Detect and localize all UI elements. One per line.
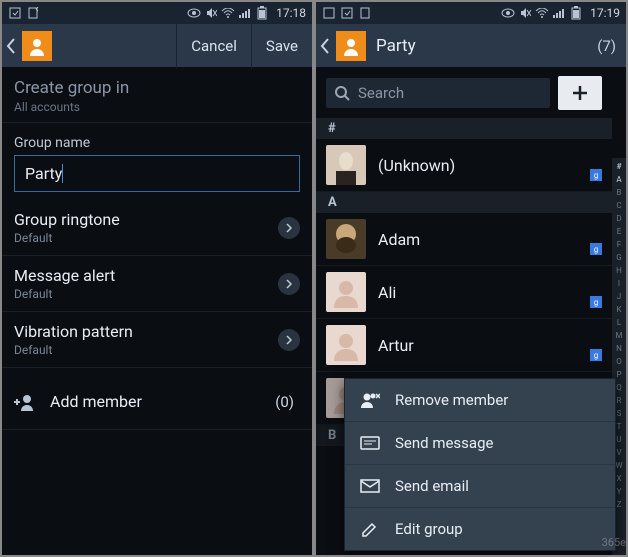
google-badge-icon: g: [590, 243, 602, 255]
remove-member-icon: [359, 392, 381, 408]
back-button[interactable]: [2, 24, 20, 68]
google-badge-icon: g: [590, 349, 602, 361]
status-bar: 17:19: [316, 2, 626, 24]
phone-right: 17:19 Party (7) Search # (Unknown) g: [316, 2, 626, 555]
search-icon: [334, 85, 350, 101]
content-area: Search # (Unknown) g A Adam g Ali g Artu…: [316, 68, 626, 555]
action-bar: Party (7): [316, 24, 626, 68]
notification-icon: [340, 6, 354, 20]
send-email-icon: [359, 479, 381, 493]
battery-icon: [569, 6, 583, 20]
menu-send-email[interactable]: Send email: [345, 465, 615, 508]
contact-row[interactable]: Adam g: [316, 213, 612, 266]
section-title: Create group in: [2, 68, 312, 100]
index-header-hash: #: [316, 118, 612, 139]
notification-icon: [26, 6, 40, 20]
send-message-icon: [359, 436, 381, 450]
vibration-pattern-item[interactable]: Vibration pattern Default: [2, 312, 312, 368]
group-ringtone-item[interactable]: Group ringtone Default: [2, 200, 312, 256]
mute-icon: [204, 6, 218, 20]
add-member-icon: [14, 393, 36, 411]
mute-icon: [518, 6, 532, 20]
notification-icon: [8, 6, 22, 20]
avatar-placeholder: [326, 325, 366, 365]
content-area: Create group in All accounts Group name …: [2, 68, 312, 555]
chevron-right-icon: [278, 273, 300, 295]
index-header-a: A: [316, 192, 612, 213]
add-button[interactable]: [558, 76, 602, 110]
back-button[interactable]: [316, 24, 334, 68]
group-count: (7): [597, 37, 616, 55]
clock-text: 17:19: [590, 6, 620, 20]
group-name-input[interactable]: Party: [14, 155, 300, 192]
watermark: 365electric: [602, 536, 626, 549]
cancel-button[interactable]: Cancel: [176, 24, 251, 68]
google-badge-icon: g: [590, 169, 602, 181]
contacts-app-icon: [22, 31, 52, 61]
phone-left: 17:18 Cancel Save Create group in All ac…: [2, 2, 312, 555]
contact-row[interactable]: (Unknown) g: [316, 139, 612, 192]
search-input[interactable]: Search: [326, 78, 550, 108]
context-menu: Remove member Send message Send email Ed…: [344, 378, 616, 551]
wifi-icon: [535, 6, 549, 20]
group-name-label: Group name: [2, 127, 312, 155]
battery-icon: [255, 6, 269, 20]
menu-remove-member[interactable]: Remove member: [345, 379, 615, 422]
contacts-app-icon: [336, 31, 366, 61]
chevron-right-icon: [278, 217, 300, 239]
page-title: Party: [376, 36, 416, 56]
save-button[interactable]: Save: [251, 24, 312, 68]
menu-send-message[interactable]: Send message: [345, 422, 615, 465]
chevron-right-icon: [278, 329, 300, 351]
avatar: [326, 145, 366, 185]
avatar-placeholder: [326, 272, 366, 312]
google-badge-icon: g: [590, 296, 602, 308]
contact-row[interactable]: Ali g: [316, 266, 612, 319]
message-alert-item[interactable]: Message alert Default: [2, 256, 312, 312]
signal-icon: [238, 6, 252, 20]
status-bar: 17:18: [2, 2, 312, 24]
eye-icon: [187, 6, 201, 20]
add-member-item[interactable]: Add member (0): [2, 374, 312, 430]
action-bar: Cancel Save: [2, 24, 312, 68]
wifi-icon: [221, 6, 235, 20]
section-subtitle: All accounts: [2, 100, 312, 122]
eye-icon: [501, 6, 515, 20]
member-count: (0): [275, 393, 294, 411]
edit-group-icon: [359, 520, 381, 538]
notification-icon: [322, 6, 336, 20]
contact-row[interactable]: Artur g: [316, 319, 612, 372]
clock-text: 17:18: [276, 6, 306, 20]
notification-icon: [358, 6, 372, 20]
signal-icon: [552, 6, 566, 20]
avatar: [326, 219, 366, 259]
menu-edit-group[interactable]: Edit group: [345, 508, 615, 550]
search-placeholder: Search: [358, 84, 404, 102]
